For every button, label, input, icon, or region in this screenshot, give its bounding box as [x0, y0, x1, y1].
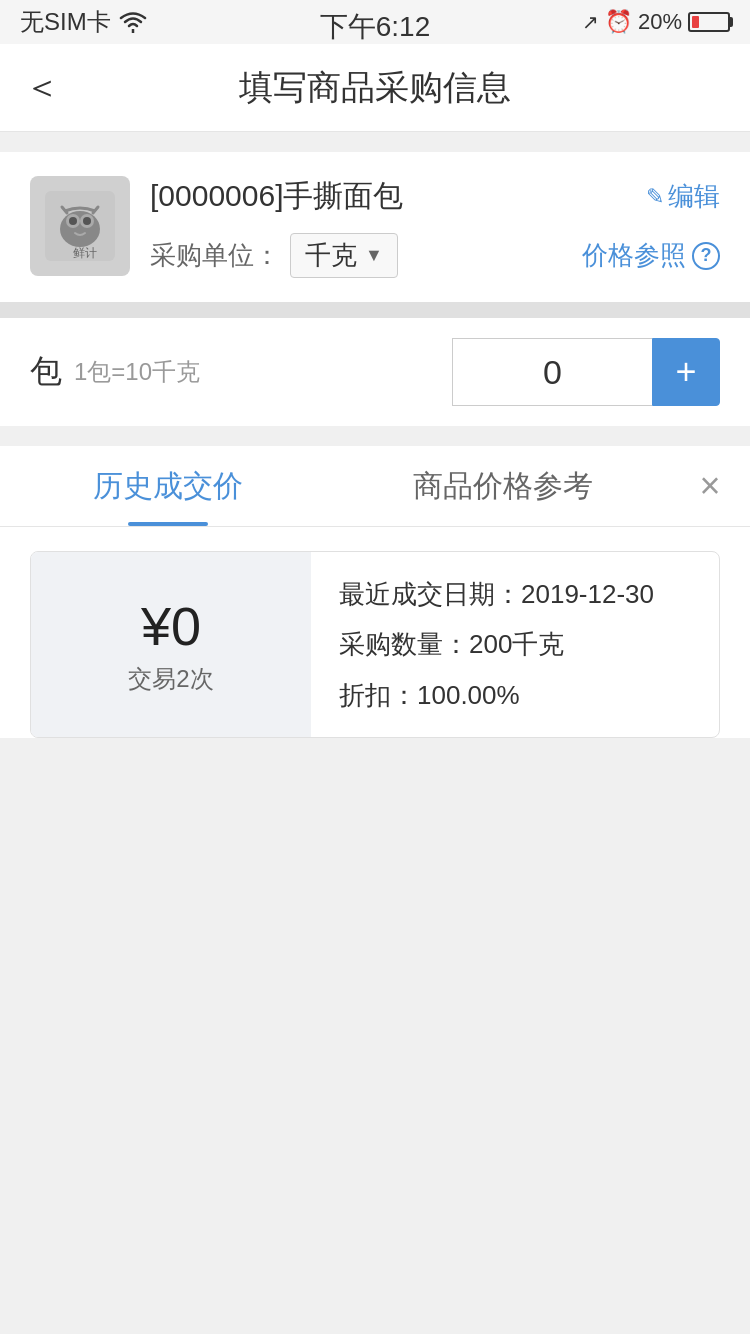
unit-selector-group: 采购单位： 千克 ▼	[150, 233, 398, 278]
section-divider	[0, 302, 750, 318]
nav-bar: ＜ 填写商品采购信息	[0, 44, 750, 132]
history-transactions: 交易2次	[128, 663, 213, 695]
history-price: ¥0	[141, 595, 201, 657]
svg-point-5	[83, 217, 91, 225]
product-card: 鲜计 [0000006]手撕面包 ✎ 编辑 采购单位： 千克 ▼	[0, 152, 750, 302]
product-logo-icon: 鲜计	[45, 191, 115, 261]
product-info: [0000006]手撕面包 ✎ 编辑 采购单位： 千克 ▼ 价格参照	[150, 176, 720, 278]
edit-icon: ✎	[646, 184, 664, 210]
discount-row: 折扣：100.00%	[339, 677, 691, 713]
svg-text:鲜计: 鲜计	[73, 246, 97, 260]
back-button[interactable]: ＜	[24, 63, 60, 112]
history-left-panel: ¥0 交易2次	[31, 552, 311, 737]
tab-price-ref-label: 商品价格参考	[413, 466, 593, 507]
quantity-history-value: 200千克	[469, 629, 564, 659]
wifi-icon	[119, 11, 147, 33]
battery-icon	[688, 12, 730, 32]
tab-history-label: 历史成交价	[93, 466, 243, 507]
edit-button[interactable]: ✎ 编辑	[646, 179, 720, 214]
svg-point-1	[60, 211, 100, 247]
carrier-text: 无SIM卡	[20, 6, 111, 38]
quantity-controls: 0 +	[452, 338, 720, 406]
status-carrier: 无SIM卡	[20, 6, 147, 38]
product-thumbnail: 鲜计	[30, 176, 130, 276]
tabs-header: 历史成交价 商品价格参考 ×	[0, 446, 750, 527]
price-reference-button[interactable]: 价格参照 ?	[582, 238, 720, 273]
quantity-value: 0	[543, 353, 562, 392]
purchase-quantity-row: 采购数量：200千克	[339, 626, 691, 662]
quantity-input[interactable]: 0	[452, 338, 652, 406]
battery-percent: 20%	[638, 9, 682, 35]
status-time: 下午6:12	[320, 8, 431, 46]
quantity-plus-button[interactable]: +	[652, 338, 720, 406]
product-header: [0000006]手撕面包 ✎ 编辑	[150, 176, 720, 217]
unit-value: 千克	[305, 238, 357, 273]
unit-conversion: 1包=10千克	[74, 356, 200, 388]
quantity-row: 包 1包=10千克 0 +	[0, 318, 750, 426]
status-bar: 无SIM卡 下午6:12 ↗ ⏰ 20%	[0, 0, 750, 44]
svg-point-4	[69, 217, 77, 225]
recent-date-row: 最近成交日期：2019-12-30	[339, 576, 691, 612]
unit-row: 采购单位： 千克 ▼ 价格参照 ?	[150, 233, 720, 278]
tab-product-price-reference[interactable]: 商品价格参考	[335, 446, 670, 526]
close-icon: ×	[699, 465, 720, 507]
status-right: ↗ ⏰ 20%	[582, 9, 730, 35]
quantity-label: 采购数量：	[339, 629, 469, 659]
discount-label: 折扣：	[339, 680, 417, 710]
recent-date-value: 2019-12-30	[521, 579, 654, 609]
content-area	[0, 762, 750, 1334]
plus-icon: +	[675, 351, 696, 393]
recent-date-label: 最近成交日期：	[339, 579, 521, 609]
location-icon: ↗	[582, 10, 599, 34]
price-ref-help-icon: ?	[692, 242, 720, 270]
tab-active-indicator	[128, 522, 208, 526]
edit-label: 编辑	[668, 179, 720, 214]
unit-arrow-icon: ▼	[365, 245, 383, 266]
tabs-close-button[interactable]: ×	[670, 446, 750, 526]
discount-value: 100.00%	[417, 680, 520, 710]
alarm-icon: ⏰	[605, 9, 632, 35]
unit-label: 采购单位：	[150, 238, 280, 273]
tabs-section: 历史成交价 商品价格参考 × ¥0 交易2次 最近成交日期：2019-12-30…	[0, 446, 750, 738]
history-card: ¥0 交易2次 最近成交日期：2019-12-30 采购数量：200千克 折扣：…	[30, 551, 720, 738]
product-row: 鲜计 [0000006]手撕面包 ✎ 编辑 采购单位： 千克 ▼	[30, 176, 720, 278]
unit-selector[interactable]: 千克 ▼	[290, 233, 398, 278]
price-ref-label: 价格参照	[582, 238, 686, 273]
tab-history-price[interactable]: 历史成交价	[0, 446, 335, 526]
price-ref-help-text: ?	[701, 245, 712, 266]
product-name: [0000006]手撕面包	[150, 176, 403, 217]
page-title: 填写商品采购信息	[239, 65, 511, 111]
quantity-unit-info: 包 1包=10千克	[30, 350, 200, 394]
unit-badge: 包	[30, 350, 62, 394]
history-right-panel: 最近成交日期：2019-12-30 采购数量：200千克 折扣：100.00%	[311, 552, 719, 737]
